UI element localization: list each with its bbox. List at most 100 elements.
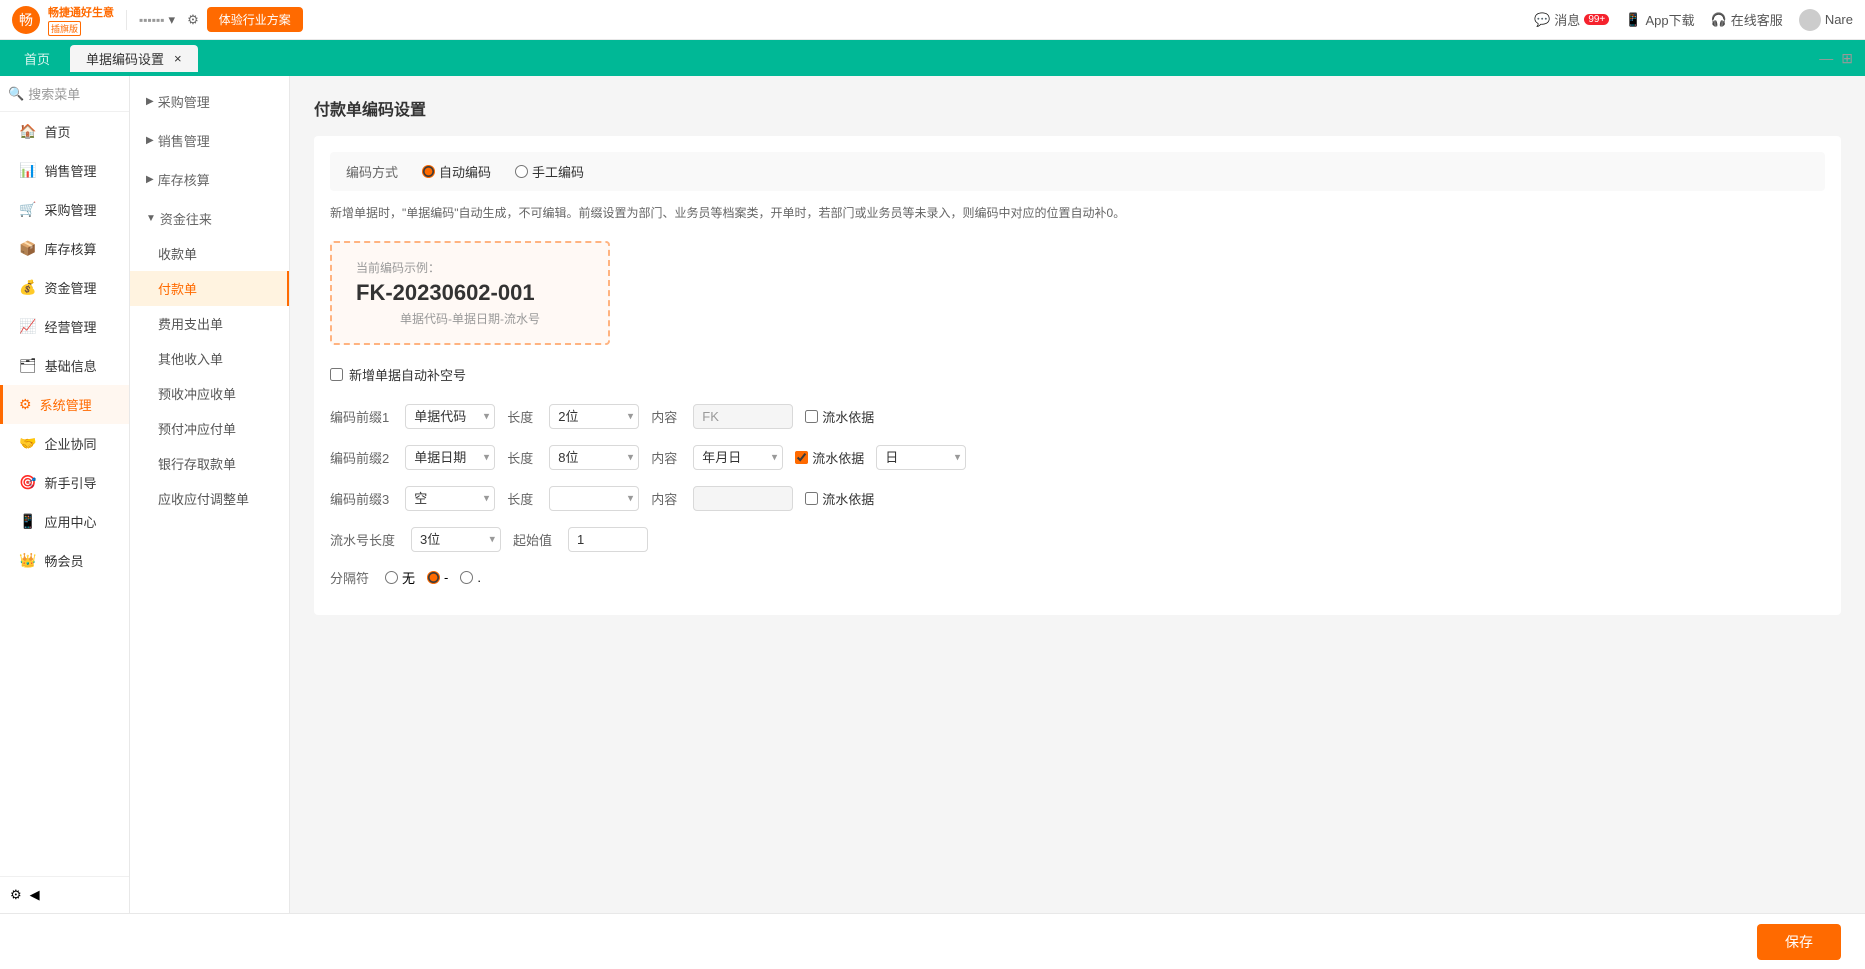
content-area: 付款单编码设置 编码方式 自动编码 手工编码 新增单据时，"单据编码"自动生成，…: [290, 76, 1865, 913]
inventory-icon: 📦: [19, 240, 36, 257]
sub-item-receipt[interactable]: 收款单: [130, 236, 289, 271]
divider: [126, 10, 127, 30]
arrow-right-icon: ▶: [146, 96, 154, 107]
sub-group-sales-title[interactable]: ▶ 销售管理: [130, 123, 289, 158]
sidebar-search[interactable]: 🔍 搜索菜单: [0, 76, 129, 112]
sub-group-funds: ▼ 资金往来 收款单 付款单 费用支出单 其他收入单 预收冲应收单 预付冲应付单…: [130, 201, 289, 516]
sidebar-item-purchase[interactable]: 🛒 采购管理: [0, 190, 129, 229]
prefix2-serial-check[interactable]: 流水依据: [795, 448, 864, 467]
message-button[interactable]: 💬 消息 99+: [1534, 10, 1609, 29]
online-service-button[interactable]: 🎧 在线客服: [1711, 10, 1783, 29]
separator-none-radio[interactable]: 无: [385, 568, 415, 587]
preview-code: FK-20230602-001: [356, 280, 584, 306]
bottom-bar: 保存: [0, 913, 1865, 969]
prefix1-length-wrapper: 2位 3位 4位: [549, 404, 639, 429]
sub-item-payment[interactable]: 付款单: [130, 271, 289, 306]
system-icon: ⚙: [19, 396, 32, 413]
tab-close-icon[interactable]: ×: [174, 51, 182, 66]
prefix1-serial-check[interactable]: 流水依据: [805, 407, 874, 426]
prefix3-length-select[interactable]: [549, 486, 639, 511]
prefix1-row: 编码前缀1 单据代码 部门 业务员 仓库 空 长度 2位 3位 4位: [330, 404, 1825, 429]
sub-group-funds-title[interactable]: ▼ 资金往来: [130, 201, 289, 236]
prefix2-serial-unit-select[interactable]: 日 月 年: [876, 445, 966, 470]
sidebar-item-operations[interactable]: 📈 经营管理: [0, 307, 129, 346]
operations-icon: 📈: [19, 318, 36, 335]
sidebar: 🔍 搜索菜单 🏠 首页 📊 销售管理 🛒 采购管理 📦 库存核算 💰 资金管理 …: [0, 76, 130, 913]
prefix2-content-wrapper: 年月日 年月 年: [693, 445, 783, 470]
encode-method-row: 编码方式 自动编码 手工编码: [330, 152, 1825, 191]
prefix1-select[interactable]: 单据代码 部门 业务员 仓库 空: [405, 404, 495, 429]
vip-icon: 👑: [19, 552, 36, 569]
separator-dot-radio[interactable]: .: [460, 570, 481, 585]
top-bar-right: 💬 消息 99+ 📱 App下载 🎧 在线客服 Nare: [1534, 9, 1853, 31]
settings-icon[interactable]: ⚙: [187, 12, 199, 28]
separator-dash-radio[interactable]: -: [427, 570, 448, 585]
sidebar-bottom: ⚙ ◀: [0, 876, 129, 913]
encode-method-section: 编码方式 自动编码 手工编码 新增单据时，"单据编码"自动生成，不可编辑。前缀设…: [314, 136, 1841, 615]
arrow-right-icon-3: ▶: [146, 174, 154, 185]
nav-tabs: 首页 单据编码设置 × — ⊞: [0, 40, 1865, 76]
auto-fill-checkbox[interactable]: [330, 368, 343, 381]
sidebar-item-basic[interactable]: 🗂 基础信息: [0, 346, 129, 385]
arrow-down-icon: ▼: [146, 213, 156, 224]
top-bar-left: 畅 畅捷通好生意 插旗版 ▪▪▪▪▪▪ ▾ ⚙ 体验行业方案: [12, 4, 303, 36]
sales-icon: 📊: [19, 162, 36, 179]
serial-start-input[interactable]: [568, 527, 648, 552]
prefix3-select-wrapper: 空 单据代码 部门 业务员 仓库: [405, 486, 495, 511]
workspace-selector[interactable]: ▪▪▪▪▪▪ ▾: [139, 12, 175, 28]
sidebar-item-home[interactable]: 🏠 首页: [0, 112, 129, 151]
guide-icon: 🎯: [19, 474, 36, 491]
app-download-button[interactable]: 📱 App下载: [1625, 10, 1694, 29]
prefix2-content-select[interactable]: 年月日 年月 年: [693, 445, 783, 470]
sidebar-item-sales[interactable]: 📊 销售管理: [0, 151, 129, 190]
prefix2-select-wrapper: 单据日期 部门 业务员 仓库 空: [405, 445, 495, 470]
finance-icon: 💰: [19, 279, 36, 296]
serial-length-select[interactable]: 3位 4位 5位 6位: [411, 527, 501, 552]
prefix1-length-select[interactable]: 2位 3位 4位: [549, 404, 639, 429]
service-icon: 🎧: [1711, 12, 1727, 28]
apps-icon: 📱: [19, 513, 36, 530]
sub-item-expense[interactable]: 费用支出单: [130, 306, 289, 341]
sidebar-item-finance[interactable]: 💰 资金管理: [0, 268, 129, 307]
trial-button[interactable]: 体验行业方案: [207, 7, 303, 32]
sidebar-item-inventory[interactable]: 📦 库存核算: [0, 229, 129, 268]
prefix2-row: 编码前缀2 单据日期 部门 业务员 仓库 空 长度 8位 6位 4位: [330, 445, 1825, 470]
prefix2-select[interactable]: 单据日期 部门 业务员 仓库 空: [405, 445, 495, 470]
sub-group-purchase-title[interactable]: ▶ 采购管理: [130, 84, 289, 119]
serial-length-wrapper: 3位 4位 5位 6位: [411, 527, 501, 552]
user-profile[interactable]: Nare: [1799, 9, 1853, 31]
sub-item-other-income[interactable]: 其他收入单: [130, 341, 289, 376]
prefix2-length-select[interactable]: 8位 6位 4位: [549, 445, 639, 470]
sidebar-item-system[interactable]: ⚙ 系统管理: [0, 385, 129, 424]
tab-encode-settings[interactable]: 单据编码设置 ×: [70, 45, 198, 72]
sub-item-bank-deposit[interactable]: 银行存取款单: [130, 446, 289, 481]
sidebar-item-apps[interactable]: 📱 应用中心: [0, 502, 129, 541]
page-title: 付款单编码设置: [314, 96, 1841, 120]
manual-encode-radio[interactable]: 手工编码: [515, 162, 592, 181]
maximize-icon[interactable]: ⊞: [1841, 50, 1853, 67]
prefix1-content-input: [693, 404, 793, 429]
prefix3-row: 编码前缀3 空 单据代码 部门 业务员 仓库 长度 内容: [330, 486, 1825, 511]
sub-item-prepay-pay[interactable]: 预付冲应付单: [130, 411, 289, 446]
prefix3-select[interactable]: 空 单据代码 部门 业务员 仓库: [405, 486, 495, 511]
minimize-icon[interactable]: —: [1819, 50, 1833, 67]
auto-encode-radio[interactable]: 自动编码: [422, 162, 499, 181]
sub-item-prepay-receive[interactable]: 预收冲应收单: [130, 376, 289, 411]
sidebar-item-guide[interactable]: 🎯 新手引导: [0, 463, 129, 502]
save-button[interactable]: 保存: [1757, 924, 1841, 960]
prefix1-select-wrapper: 单据代码 部门 业务员 仓库 空: [405, 404, 495, 429]
prefix3-serial-check[interactable]: 流水依据: [805, 489, 874, 508]
basic-icon: 🗂: [19, 357, 37, 374]
tab-home[interactable]: 首页: [8, 45, 66, 72]
sub-item-ar-adjust[interactable]: 应收应付调整单: [130, 481, 289, 516]
settings-bottom-icon[interactable]: ⚙: [10, 887, 22, 903]
preview-box: 当前编码示例： FK-20230602-001 单据代码-单据日期-流水号: [330, 241, 610, 345]
avatar: [1799, 9, 1821, 31]
sidebar-item-enterprise[interactable]: 🤝 企业协同: [0, 424, 129, 463]
sidebar-item-vip[interactable]: 👑 畅会员: [0, 541, 129, 580]
purchase-icon: 🛒: [19, 201, 36, 218]
prefix3-content-input: [693, 486, 793, 511]
sub-group-inventory-title[interactable]: ▶ 库存核算: [130, 162, 289, 197]
separator-radio-group: 无 - .: [385, 568, 481, 587]
collapse-icon[interactable]: ◀: [30, 887, 40, 903]
